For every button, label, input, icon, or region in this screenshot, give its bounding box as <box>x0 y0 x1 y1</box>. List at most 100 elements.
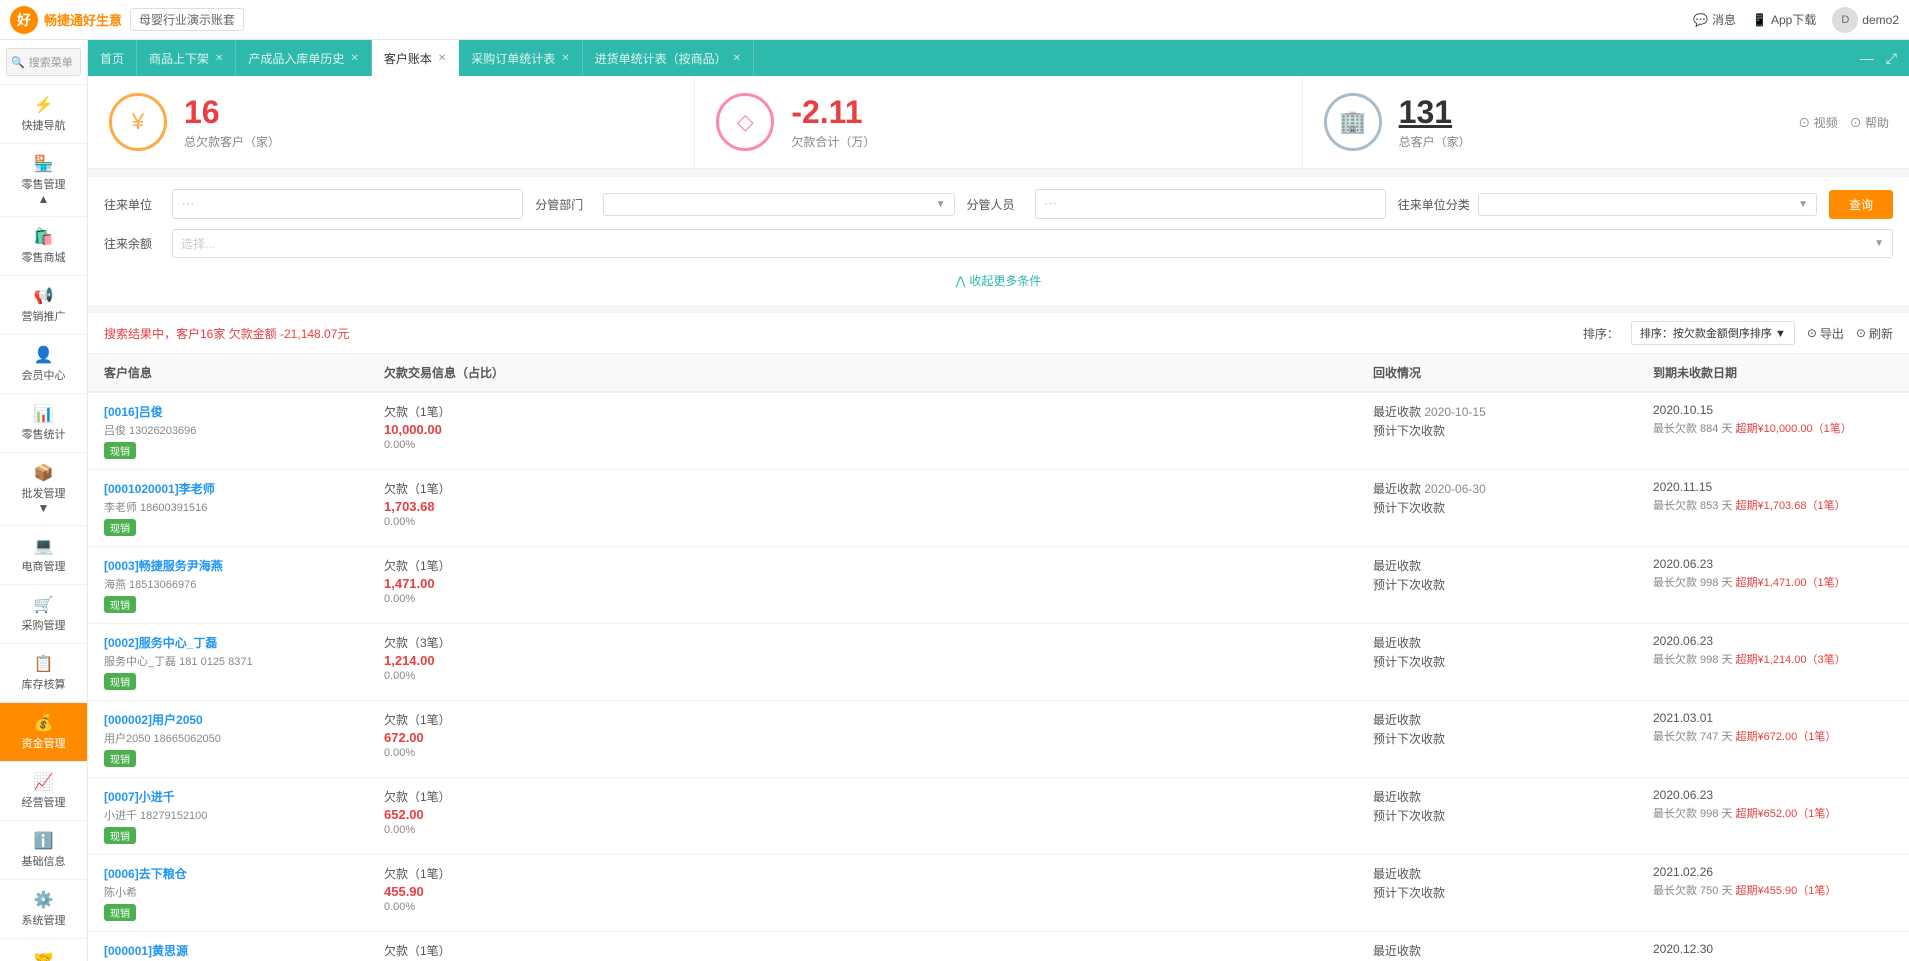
export-btn[interactable]: ⊙ 导出 <box>1807 325 1844 342</box>
customer-name-5[interactable]: [0007]小进千 <box>104 788 384 805</box>
tab-home[interactable]: 首页 <box>88 40 137 76</box>
customer-info-0: [0016]吕俊 吕俊 13026203696 现销 <box>104 403 384 459</box>
sidebar-item-retail-mall[interactable]: 🛍️ 零售商城 <box>0 217 87 276</box>
tab-minimize-btn[interactable]: — <box>1856 48 1878 69</box>
sidebar-item-member-center[interactable]: 👤 会员中心 <box>0 335 87 394</box>
video-btn[interactable]: ⊙ 视频 <box>1798 114 1837 131</box>
source-unit-input[interactable]: ··· <box>172 189 523 219</box>
stats-row: ¥ 16 总欠款客户（家） ◇ -2.11 欠款合计（万） <box>88 76 1909 169</box>
debt-count-4: 欠款（1笔） <box>384 711 1373 728</box>
overdue-link-6[interactable]: 超期¥455.90（1笔） <box>1736 885 1837 897</box>
debt-amount-4[interactable]: 672.00 <box>384 730 1373 745</box>
close-tab-purchase-stats[interactable]: ✕ <box>733 53 741 64</box>
customer-name-6[interactable]: [0006]去下粮仓 <box>104 865 384 882</box>
stat-number-total-customers: 131 <box>1399 94 1471 131</box>
filter-unit-category: 往来单位分类 ▼ <box>1398 193 1817 216</box>
overdue-link-3[interactable]: 超期¥1,214.00（3笔） <box>1736 654 1846 666</box>
payback-info-3: 最近收款 预计下次收款 <box>1373 634 1653 672</box>
sidebar-item-purchase-mgmt[interactable]: 🛒 采购管理 <box>0 585 87 644</box>
system-mgmt-icon: ⚙️ <box>4 890 83 910</box>
table-header: 客户信息 欠款交易信息（占比） 回收情况 到期未收款日期 <box>88 354 1909 393</box>
sidebar-item-batch-mgmt[interactable]: 📦 批发管理 ▼ <box>0 453 87 526</box>
overdue-link-4[interactable]: 超期¥672.00（1笔） <box>1736 731 1837 743</box>
debt-info-2: 欠款（1笔） 1,471.00 0.00% <box>384 557 1373 605</box>
sidebar-item-quick-nav[interactable]: ⚡ 快捷导航 <box>0 85 87 144</box>
tab-purchase-summary[interactable]: 采购订单统计表 ✕ <box>459 40 582 76</box>
sidebar-item-marketing[interactable]: 📢 营销推广 <box>0 276 87 335</box>
search-menu-btn[interactable]: 🔍 搜索菜单 <box>6 48 81 76</box>
refresh-btn[interactable]: ⊙ 刷新 <box>1856 325 1893 342</box>
company-selector[interactable]: 母婴行业演示账套 <box>130 8 244 31</box>
download-icon: 📱 <box>1752 13 1767 27</box>
customer-tag-4: 现销 <box>104 750 136 767</box>
customer-name-1[interactable]: [0001020001]李老师 <box>104 480 384 497</box>
sidebar-item-operation-mgmt[interactable]: 📈 经营管理 <box>0 762 87 821</box>
sidebar-item-enterprise-coop[interactable]: 🤝 企业协同 <box>0 939 87 961</box>
app-download-btn[interactable]: 📱 App下载 <box>1752 11 1816 28</box>
sidebar-item-retail-mgmt[interactable]: 🏪 零售管理 ▲ <box>0 144 87 217</box>
customer-info-4: [000002]用户2050 用户2050 18665062050 现销 <box>104 711 384 767</box>
search-icon: 🔍 <box>11 56 25 69</box>
search-button[interactable]: 查询 <box>1829 190 1893 219</box>
help-btn[interactable]: ⊙ 帮助 <box>1850 114 1889 131</box>
overdue-6: 最长欠款 750 天 超期¥455.90（1笔） <box>1653 882 1893 898</box>
sidebar-item-system-mgmt[interactable]: ⚙️ 系统管理 <box>0 880 87 939</box>
close-tab-customer-account[interactable]: ✕ <box>438 53 446 64</box>
close-tab-product-history[interactable]: ✕ <box>350 53 358 64</box>
message-btn[interactable]: 💬 消息 <box>1693 11 1736 28</box>
total-customers-icon: 🏢 <box>1324 93 1382 151</box>
customer-name-4[interactable]: [000002]用户2050 <box>104 711 384 728</box>
overdue-link-2[interactable]: 超期¥1,471.00（1笔） <box>1736 577 1846 589</box>
sidebar-item-retail-stats[interactable]: 📊 零售统计 <box>0 394 87 453</box>
duedate-info-3: 2020.06.23 最长欠款 998 天 超期¥1,214.00（3笔） <box>1653 634 1893 667</box>
dept-chevron-icon: ▼ <box>936 199 946 210</box>
collapse-filters-btn[interactable]: ⋀ 收起更多条件 <box>104 268 1893 293</box>
overdue-link-1[interactable]: 超期¥1,703.68（1笔） <box>1736 500 1846 512</box>
filter-row-1: 往来单位 ··· 分管部门 ▼ 分管人员 <box>104 189 1893 219</box>
close-tab-product-status[interactable]: ✕ <box>215 53 223 64</box>
user-menu[interactable]: D demo2 <box>1832 7 1899 33</box>
tab-product-status[interactable]: 商品上下架 ✕ <box>137 40 236 76</box>
next-collect-4: 预计下次收款 <box>1373 730 1653 747</box>
sort-select[interactable]: 排序：按欠款金额倒序排序 ▼ <box>1631 321 1795 345</box>
debt-amount-6[interactable]: 455.90 <box>384 884 1373 899</box>
tab-customer-account[interactable]: 客户账本 ✕ <box>372 40 459 76</box>
close-tab-purchase-summary[interactable]: ✕ <box>561 53 569 64</box>
tab-product-history[interactable]: 产成品入库单历史 ✕ <box>236 40 371 76</box>
balance-select[interactable]: 选择... ▼ <box>172 229 1893 258</box>
debt-amount-0[interactable]: 10,000.00 <box>384 422 1373 437</box>
payback-info-1: 最近收款 2020-06-30 预计下次收款 <box>1373 480 1653 518</box>
debt-count-2: 欠款（1笔） <box>384 557 1373 574</box>
sidebar-item-capital-mgmt[interactable]: 💰 资金管理 <box>0 703 87 762</box>
debt-amount-3[interactable]: 1,214.00 <box>384 653 1373 668</box>
tab-maximize-btn[interactable]: ⤢ <box>1882 48 1901 69</box>
customer-name-3[interactable]: [0002]服务中心_丁磊 <box>104 634 384 651</box>
next-collect-6: 预计下次收款 <box>1373 884 1653 901</box>
debt-amount-5[interactable]: 652.00 <box>384 807 1373 822</box>
last-collect-5: 最近收款 <box>1373 788 1653 805</box>
overdue-link-5[interactable]: 超期¥652.00（1笔） <box>1736 808 1837 820</box>
customer-info-1: [0001020001]李老师 李老师 18600391516 现销 <box>104 480 384 536</box>
stat-icon-total: 🏢 <box>1323 92 1383 152</box>
customer-name-0[interactable]: [0016]吕俊 <box>104 403 384 420</box>
unit-category-select[interactable]: ▼ <box>1478 193 1817 216</box>
member-center-icon: 👤 <box>4 345 83 365</box>
stat-info-debt: 16 总欠款客户（家） <box>184 94 280 150</box>
filter-row-2: 往来余额 选择... ▼ <box>104 229 1893 258</box>
customer-name-7[interactable]: [000001]黄思源 <box>104 942 384 959</box>
payback-info-5: 最近收款 预计下次收款 <box>1373 788 1653 826</box>
customer-name-2[interactable]: [0003]畅捷服务尹海燕 <box>104 557 384 574</box>
tab-purchase-stats[interactable]: 进货单统计表（按商品） ✕ <box>583 40 754 76</box>
sidebar-item-basic-info[interactable]: ℹ️ 基础信息 <box>0 821 87 880</box>
sidebar-item-ecommerce[interactable]: 💻 电商管理 <box>0 526 87 585</box>
debt-amount-2[interactable]: 1,471.00 <box>384 576 1373 591</box>
debt-amount-1[interactable]: 1,703.68 <box>384 499 1373 514</box>
dept-select[interactable]: ▼ <box>603 193 954 216</box>
overdue-link-0[interactable]: 超期¥10,000.00（1笔） <box>1736 423 1852 435</box>
debt-info-3: 欠款（3笔） 1,214.00 0.00% <box>384 634 1373 682</box>
main-area: 首页 商品上下架 ✕ 产成品入库单历史 ✕ 客户账本 ✕ 采购订单统计表 ✕ 进… <box>88 40 1909 961</box>
filter-manager-label: 分管人员 <box>967 196 1027 213</box>
overdue-0: 最长欠款 884 天 超期¥10,000.00（1笔） <box>1653 420 1893 436</box>
sidebar-item-inventory[interactable]: 📋 库存核算 <box>0 644 87 703</box>
manager-input[interactable]: ··· <box>1035 189 1386 219</box>
